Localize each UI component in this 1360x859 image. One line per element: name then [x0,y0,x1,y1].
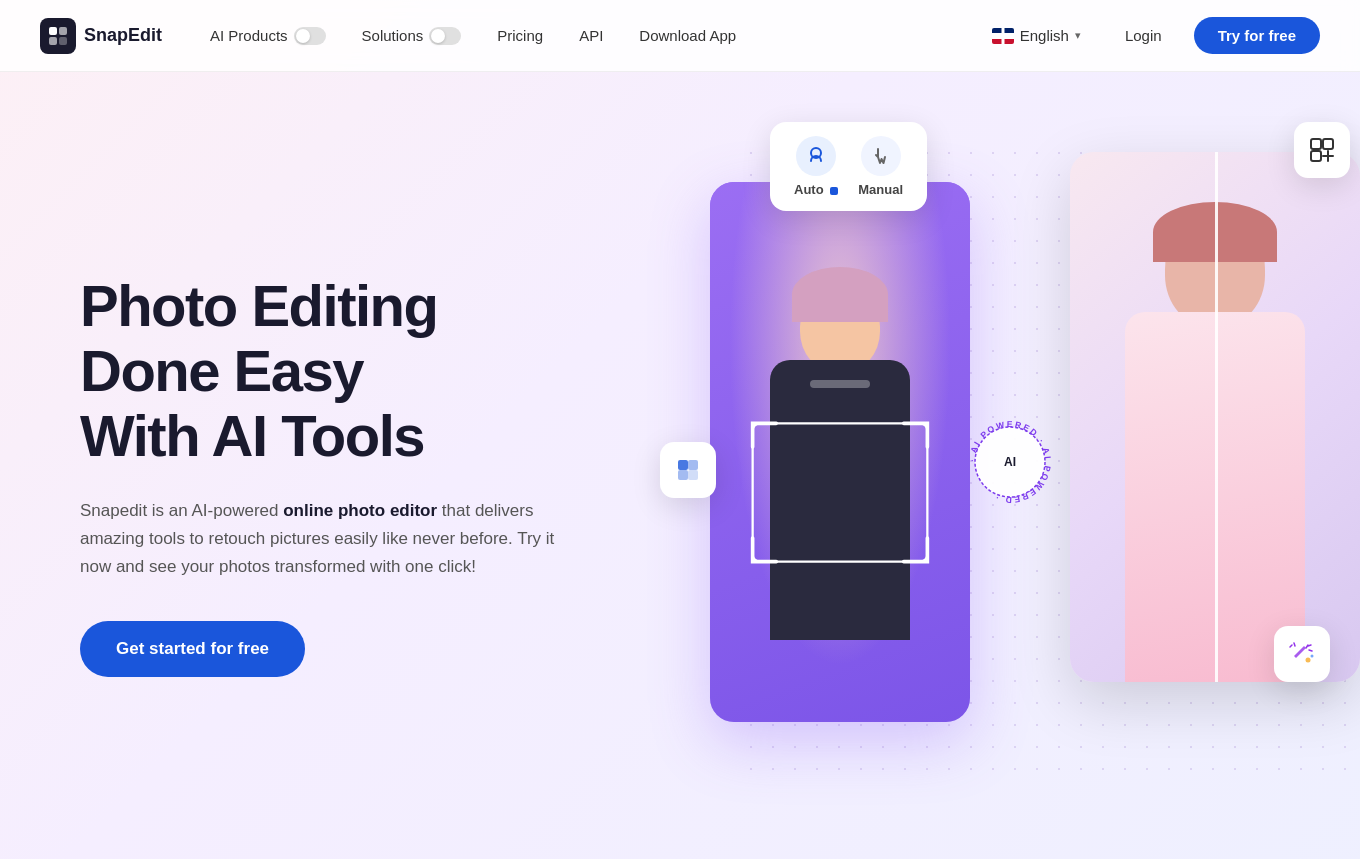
magic-wand-card[interactable] [1274,626,1330,682]
manual-mode-option[interactable]: Manual [858,136,903,197]
hero-title: Photo Editing Done Easy With AI Tools [80,274,600,469]
nav-item-download-app[interactable]: Download App [623,19,752,52]
layers-icon [674,456,702,484]
photo-card-main [710,182,970,722]
brand-name: SnapEdit [84,25,162,46]
nav-item-solutions[interactable]: Solutions [346,19,478,53]
svg-rect-3 [59,37,67,45]
hero-visual: Auto Manual [660,112,1360,812]
svg-rect-1 [59,27,67,35]
magic-wand-icon [1288,640,1316,668]
svg-point-14 [1311,655,1314,658]
auto-label: Auto [794,182,838,197]
svg-rect-6 [678,460,688,470]
svg-rect-2 [49,37,57,45]
svg-rect-12 [1311,151,1321,161]
chevron-down-icon: ▾ [1075,29,1081,42]
svg-rect-4 [753,423,928,561]
split-icon-card[interactable] [1294,122,1350,178]
logo-icon [40,18,76,54]
nav-item-ai-products[interactable]: AI Products [194,19,342,53]
main-nav: SnapEdit AI Products Solutions Pricing A… [0,0,1360,72]
ai-badge [830,187,838,195]
nav-links: AI Products Solutions Pricing API Downlo… [162,19,980,53]
hero-section: Photo Editing Done Easy With AI Tools Sn… [0,72,1360,859]
hero-text-block: Photo Editing Done Easy With AI Tools Sn… [80,274,600,677]
svg-rect-8 [678,470,688,480]
manual-label: Manual [858,182,903,197]
hero-description: Snapedit is an AI-powered online photo e… [80,497,560,581]
ai-powered-badge: · AI POWERED · AI POWERED · AI [960,412,1060,512]
nav-right: English ▾ Login Try for free [980,17,1320,54]
try-for-free-button[interactable]: Try for free [1194,17,1320,54]
svg-text:AI: AI [1004,455,1016,469]
split-icon [1308,136,1336,164]
svg-rect-11 [1323,139,1333,149]
layers-card[interactable] [660,442,716,498]
nav-item-api[interactable]: API [563,19,619,52]
svg-point-13 [1306,658,1311,663]
person-hair [792,267,888,322]
split-divider [1215,152,1218,682]
nav-item-pricing[interactable]: Pricing [481,19,559,52]
photo-card-side [1070,152,1360,682]
language-selector[interactable]: English ▾ [980,19,1093,52]
auto-manual-card: Auto Manual [770,122,927,211]
svg-rect-9 [688,470,698,480]
login-button[interactable]: Login [1109,19,1178,52]
solutions-toggle[interactable] [429,27,461,45]
svg-rect-7 [688,460,698,470]
flag-icon [992,28,1014,44]
auto-mode-option[interactable]: Auto [794,136,838,197]
manual-mode-icon [861,136,901,176]
auto-mode-icon [796,136,836,176]
svg-rect-10 [1311,139,1321,149]
svg-rect-0 [49,27,57,35]
ai-products-toggle[interactable] [294,27,326,45]
get-started-button[interactable]: Get started for free [80,621,305,677]
brand-logo[interactable]: SnapEdit [40,18,162,54]
